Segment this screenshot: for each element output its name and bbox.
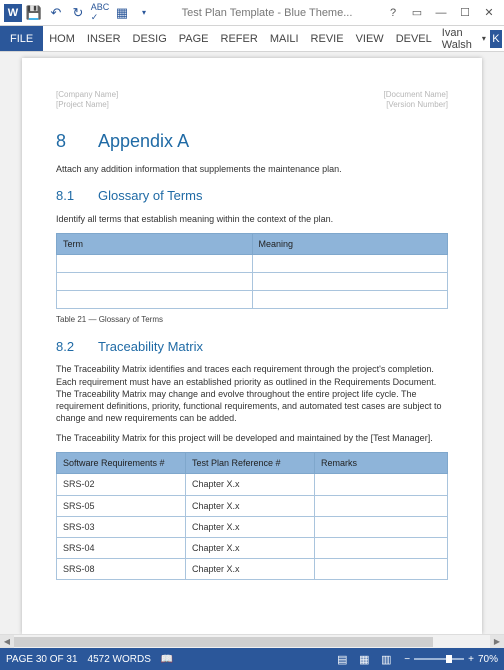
heading-2-num: 8.2: [56, 338, 98, 356]
table-row: SRS-05Chapter X.x: [57, 495, 448, 516]
view-switcher: ▤ ▦ ▥: [334, 652, 394, 666]
page-header: [Company Name] [Project Name] [Document …: [56, 90, 448, 111]
scroll-track[interactable]: [14, 635, 490, 649]
table-row: SRS-03Chapter X.x: [57, 516, 448, 537]
zoom-in-icon[interactable]: +: [468, 654, 474, 665]
heading-2-title: Glossary of Terms: [98, 188, 203, 203]
close-icon[interactable]: ✕: [478, 4, 500, 22]
titlebar: W 💾 ↶ ↻ ABC✓ ▦ ▾ Test Plan Template - Bl…: [0, 0, 504, 26]
traceability-table: Software Requirements # Test Plan Refere…: [56, 452, 448, 580]
trace-col-ref: Test Plan Reference #: [186, 453, 315, 474]
glossary-caption: Table 21 — Glossary of Terms: [56, 315, 448, 326]
heading-1-title: Appendix A: [98, 131, 189, 151]
word-app-icon[interactable]: W: [4, 4, 22, 22]
status-bar: PAGE 30 OF 31 4572 WORDS 📖 ▤ ▦ ▥ − + 70%: [0, 648, 504, 670]
maximize-icon[interactable]: ☐: [454, 4, 476, 22]
document-area: [Company Name] [Project Name] [Document …: [0, 52, 504, 648]
tab-developer[interactable]: DEVEL: [390, 26, 438, 51]
zoom-track[interactable]: [414, 658, 464, 660]
user-account[interactable]: Ivan Walsh ▾ K: [438, 26, 504, 51]
heading-2-glossary: 8.1Glossary of Terms: [56, 187, 448, 205]
table-row: [57, 291, 448, 309]
tab-mailings[interactable]: MAILI: [264, 26, 305, 51]
help-icon[interactable]: ?: [382, 4, 404, 22]
glossary-intro: Identify all terms that establish meanin…: [56, 213, 448, 225]
user-name: Ivan Walsh: [442, 27, 478, 51]
ribbon-display-icon[interactable]: ▭: [406, 4, 428, 22]
traceability-p2: The Traceability Matrix for this project…: [56, 432, 448, 444]
heading-2-title: Traceability Matrix: [98, 339, 203, 354]
quick-access-toolbar: 💾 ↶ ↻ ABC✓ ▦ ▾: [26, 5, 152, 21]
read-mode-icon[interactable]: ▤: [334, 652, 350, 666]
heading-1: 8Appendix A: [56, 129, 448, 153]
insert-icon[interactable]: ▦: [114, 5, 130, 21]
horizontal-scrollbar[interactable]: ◀ ▶: [0, 634, 504, 648]
user-avatar: K: [490, 30, 502, 48]
tab-design[interactable]: DESIG: [127, 26, 173, 51]
status-words[interactable]: 4572 WORDS: [88, 654, 151, 665]
heading-2-traceability: 8.2Traceability Matrix: [56, 338, 448, 356]
table-row: SRS-02Chapter X.x: [57, 474, 448, 495]
table-row: SRS-08Chapter X.x: [57, 558, 448, 579]
window-title: Test Plan Template - Blue Theme...: [152, 7, 382, 19]
zoom-out-icon[interactable]: −: [404, 654, 410, 665]
zoom-thumb[interactable]: [446, 655, 452, 663]
chevron-down-icon: ▾: [482, 34, 486, 43]
qat-dropdown-icon[interactable]: ▾: [136, 5, 152, 21]
save-icon[interactable]: 💾: [26, 5, 42, 21]
table-row: [57, 273, 448, 291]
tab-review[interactable]: REVIE: [305, 26, 350, 51]
header-project: [Project Name]: [56, 100, 118, 110]
header-company: [Company Name]: [56, 90, 118, 100]
print-layout-icon[interactable]: ▦: [356, 652, 372, 666]
undo-icon[interactable]: ↶: [48, 5, 64, 21]
trace-col-srs: Software Requirements #: [57, 453, 186, 474]
window-controls: ? ▭ — ☐ ✕: [382, 4, 500, 22]
glossary-col-term: Term: [57, 233, 253, 254]
zoom-level[interactable]: 70%: [478, 654, 498, 665]
proofing-icon[interactable]: 📖: [161, 654, 173, 665]
scroll-thumb[interactable]: [14, 637, 433, 647]
document-page[interactable]: [Company Name] [Project Name] [Document …: [22, 58, 482, 634]
tab-references[interactable]: REFER: [215, 26, 264, 51]
web-layout-icon[interactable]: ▥: [378, 652, 394, 666]
tab-page-layout[interactable]: PAGE: [173, 26, 215, 51]
document-scroll[interactable]: [Company Name] [Project Name] [Document …: [0, 52, 504, 634]
tab-view[interactable]: VIEW: [350, 26, 390, 51]
status-page[interactable]: PAGE 30 OF 31: [6, 654, 78, 665]
table-row: SRS-04Chapter X.x: [57, 537, 448, 558]
spellcheck-icon[interactable]: ABC✓: [92, 5, 108, 21]
glossary-col-meaning: Meaning: [252, 233, 448, 254]
tab-insert[interactable]: INSER: [81, 26, 127, 51]
traceability-p1: The Traceability Matrix identifies and t…: [56, 363, 448, 424]
trace-col-remarks: Remarks: [315, 453, 448, 474]
header-docname: [Document Name]: [384, 90, 448, 100]
minimize-icon[interactable]: —: [430, 4, 452, 22]
header-version: [Version Number]: [384, 100, 448, 110]
table-row: [57, 255, 448, 273]
tab-home[interactable]: HOM: [43, 26, 81, 51]
tab-file[interactable]: FILE: [0, 26, 43, 51]
heading-1-num: 8: [56, 129, 98, 153]
redo-icon[interactable]: ↻: [70, 5, 86, 21]
section-intro: Attach any addition information that sup…: [56, 163, 448, 175]
ribbon-tabs: FILE HOM INSER DESIG PAGE REFER MAILI RE…: [0, 26, 504, 52]
zoom-slider[interactable]: − + 70%: [404, 654, 498, 665]
scroll-right-arrow[interactable]: ▶: [490, 635, 504, 649]
scroll-left-arrow[interactable]: ◀: [0, 635, 14, 649]
heading-2-num: 8.1: [56, 187, 98, 205]
glossary-table: Term Meaning: [56, 233, 448, 309]
